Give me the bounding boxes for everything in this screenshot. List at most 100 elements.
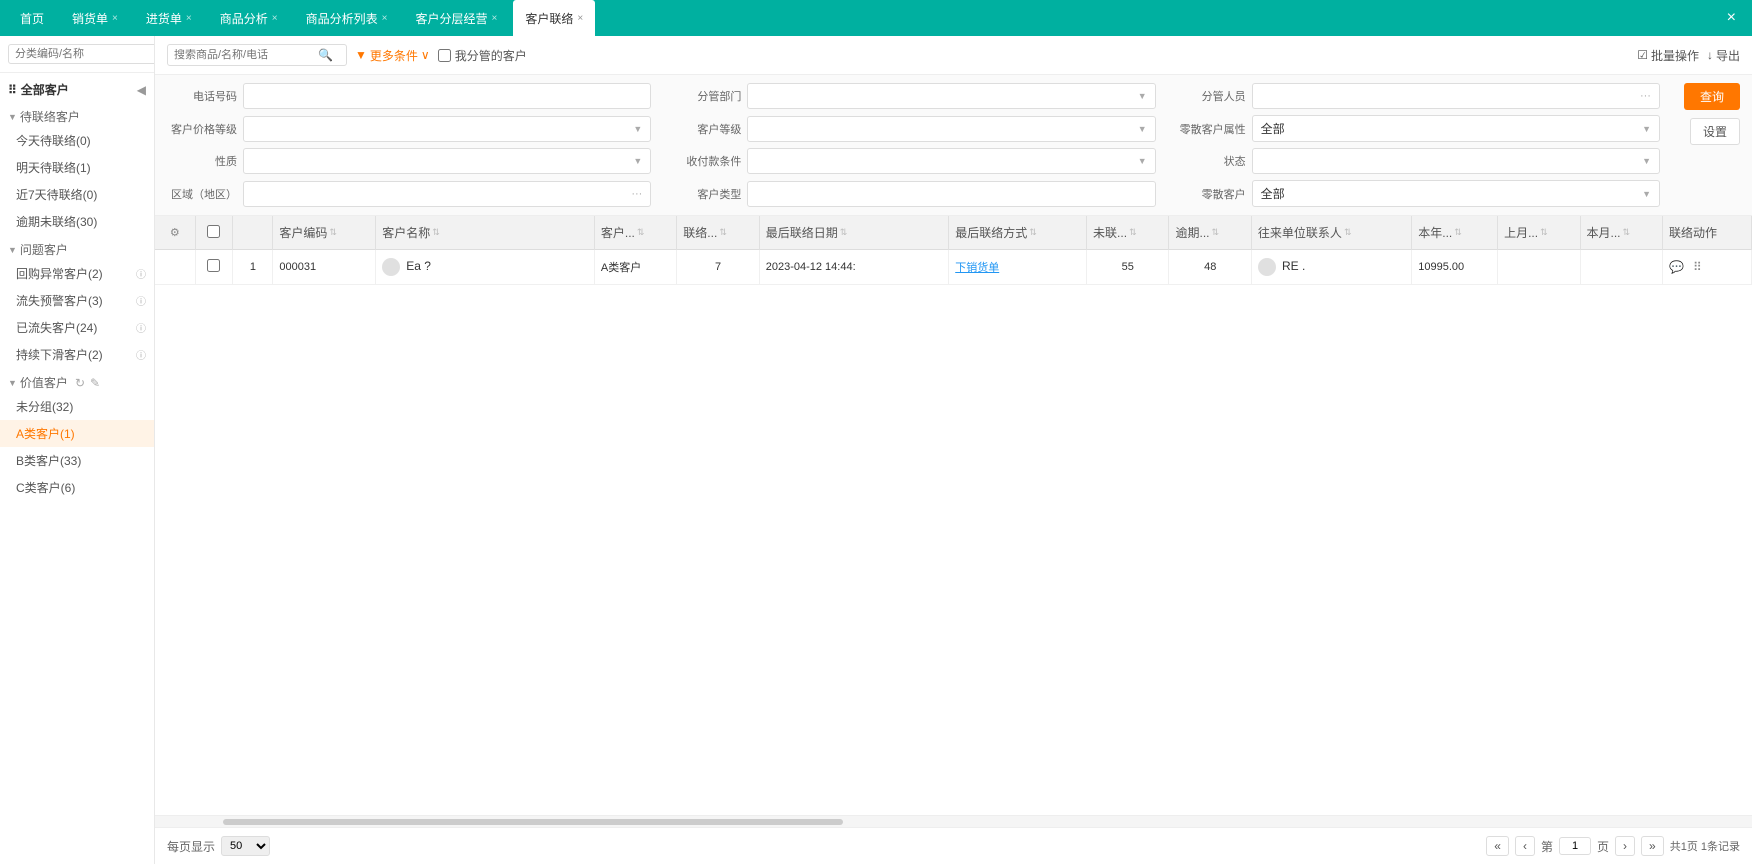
class-b-label: B类客户(33) [16, 452, 81, 469]
more-conditions-btn[interactable]: ▼ 更多条件 ∨ [355, 47, 430, 64]
sidebar-item-churn-warning[interactable]: 流失预警客户(3) ⓘ [0, 287, 154, 314]
batch-op-btn[interactable]: ☑ 批量操作 [1637, 47, 1699, 64]
customer-type-input[interactable] [747, 181, 1155, 207]
edit-icon[interactable]: ✎ [90, 376, 100, 390]
class-c-label: C类客户(6) [16, 479, 75, 496]
sidebar-item-repurchase-abnormal[interactable]: 回购异常客户(2) ⓘ [0, 260, 154, 287]
sidebar-item-tomorrow-contact[interactable]: 明天待联络(1) [0, 154, 154, 181]
refresh-icon[interactable]: ↻ [75, 376, 85, 390]
th-action[interactable]: 联络动作 [1662, 216, 1751, 250]
nav-purchase-label: 进货单 [146, 10, 182, 27]
sidebar-collapse-btn[interactable]: ◀ [137, 83, 146, 97]
sidebar-item-class-c[interactable]: C类客户(6) [0, 474, 154, 501]
setting-button[interactable]: 设置 [1690, 118, 1740, 145]
page-input[interactable] [1559, 837, 1591, 855]
payment-select[interactable]: ▼ [747, 148, 1155, 174]
customer-level-select[interactable]: ▼ [747, 116, 1155, 142]
section-problem-customer[interactable]: ▼ 问题客户 [0, 235, 154, 260]
nature-select[interactable]: ▼ [243, 148, 651, 174]
th-last-method[interactable]: 最后联络方式⇅ [949, 216, 1087, 250]
nav-product-analysis[interactable]: 商品分析 × [208, 0, 290, 36]
sort-overdue-icon: ⇅ [1212, 227, 1220, 238]
section-value-customer[interactable]: ▼ 价值客户 ↻ ✎ [0, 368, 154, 393]
filter-actions: ☑ 批量操作 ↓ 导出 [1637, 47, 1740, 64]
nav-home[interactable]: 首页 [8, 0, 56, 36]
th-contact[interactable]: 联络...⇅ [677, 216, 759, 250]
sidebar-item-class-b[interactable]: B类客户(33) [0, 447, 154, 474]
th-type[interactable]: 客户...⇅ [594, 216, 676, 250]
page-size-select[interactable]: 50 100 200 [221, 836, 270, 856]
nav-customer-tier[interactable]: 客户分层经营 × [403, 0, 509, 36]
nav-customer-contact-close[interactable]: × [577, 13, 583, 24]
search-box[interactable]: 🔍 [167, 44, 347, 66]
export-btn[interactable]: ↓ 导出 [1707, 47, 1740, 64]
sidebar-item-overdue-contact[interactable]: 逾期未联络(30) [0, 208, 154, 235]
query-button[interactable]: 查询 [1684, 83, 1740, 110]
th-this-year[interactable]: 本年...⇅ [1412, 216, 1498, 250]
nav-purchase-close[interactable]: × [186, 13, 192, 24]
search-icon[interactable]: 🔍 [318, 48, 333, 62]
my-customer-filter[interactable]: 我分管的客户 [438, 47, 527, 64]
nav-sales-order[interactable]: 销货单 × [60, 0, 130, 36]
action-more-icon[interactable]: ⠿ [1693, 260, 1702, 274]
row-no-contact: 55 [1087, 250, 1169, 285]
region-select[interactable]: ··· [243, 181, 651, 207]
sidebar-search-input[interactable] [8, 44, 155, 64]
close-all-tabs[interactable]: × [1719, 5, 1744, 31]
th-overdue[interactable]: 逾期...⇅ [1169, 216, 1251, 250]
th-this-month[interactable]: 本月...⇅ [1580, 216, 1662, 250]
my-customer-checkbox[interactable] [438, 49, 451, 62]
first-page-btn[interactable]: « [1486, 836, 1509, 856]
dept-select[interactable]: ▼ [747, 83, 1155, 109]
sidebar-item-churned[interactable]: 已流失客户(24) ⓘ [0, 314, 154, 341]
th-unit-contact[interactable]: 往来单位联系人⇅ [1251, 216, 1411, 250]
nav-product-list-close[interactable]: × [382, 13, 388, 24]
sidebar-item-today-contact[interactable]: 今天待联络(0) [0, 127, 154, 154]
nav-product-close[interactable]: × [272, 13, 278, 24]
row-name-avatar [382, 258, 400, 276]
sidebar-item-class-a[interactable]: A类客户(1) [0, 420, 154, 447]
prev-page-btn[interactable]: ‹ [1515, 836, 1535, 856]
row-name[interactable]: Ea ? [376, 250, 595, 285]
price-level-select[interactable]: ▼ [243, 116, 651, 142]
status-select[interactable]: ▼ [1252, 148, 1660, 174]
row-checkbox-cell[interactable] [195, 250, 233, 285]
sort-this-year-icon: ⇅ [1454, 227, 1462, 238]
pagination-controls: « ‹ 第 页 › » 共1页 1条记录 [1486, 836, 1740, 856]
th-last-date[interactable]: 最后联络日期⇅ [759, 216, 948, 250]
all-customers-label[interactable]: ⠿ 全部客户 [8, 81, 69, 98]
th-unit-contact-label: 往来单位联系人 [1258, 224, 1342, 241]
action-chat-icon[interactable]: 💬 [1669, 260, 1684, 274]
th-checkbox[interactable] [195, 216, 233, 250]
nav-customer-tier-close[interactable]: × [491, 13, 497, 24]
payment-label: 收付款条件 [671, 153, 741, 169]
th-no-contact[interactable]: 未联...⇅ [1087, 216, 1169, 250]
nav-purchase-order[interactable]: 进货单 × [134, 0, 204, 36]
row-checkbox[interactable] [207, 259, 220, 272]
next-page-btn[interactable]: › [1615, 836, 1635, 856]
section-pending-contact[interactable]: ▼ 待联络客户 [0, 102, 154, 127]
retail-attr-select[interactable]: 全部 ▼ [1252, 115, 1660, 142]
th-name[interactable]: 客户名称⇅ [376, 216, 595, 250]
select-all-checkbox[interactable] [207, 225, 220, 238]
retail-customer-select[interactable]: 全部 ▼ [1252, 180, 1660, 207]
customer-type-label: 客户类型 [671, 186, 741, 202]
search-input[interactable] [174, 49, 314, 61]
nav-sales-close[interactable]: × [112, 13, 118, 24]
nav-customer-contact[interactable]: 客户联络 × [513, 0, 595, 36]
manager-select[interactable]: ··· [1252, 83, 1660, 109]
th-code[interactable]: 客户编码⇅ [273, 216, 376, 250]
sort-this-month-icon: ⇅ [1623, 227, 1631, 238]
sidebar-item-declining[interactable]: 持续下滑客户(2) ⓘ [0, 341, 154, 368]
last-page-btn[interactable]: » [1641, 836, 1664, 856]
sidebar-item-ungrouped[interactable]: 未分组(32) [0, 393, 154, 420]
sidebar-item-7day-contact[interactable]: 近7天待联络(0) [0, 181, 154, 208]
nav-product-analysis-list[interactable]: 商品分析列表 × [294, 0, 400, 36]
h-scroll-bar[interactable] [155, 815, 1752, 827]
th-last-month[interactable]: 上月...⇅ [1498, 216, 1580, 250]
row-last-method[interactable]: 下销货单 [949, 250, 1087, 285]
h-scroll-thumb[interactable] [223, 819, 843, 825]
table-gear-btn[interactable]: ⚙ [155, 216, 195, 250]
phone-input[interactable] [243, 83, 651, 109]
section-pending-label: 待联络客户 [20, 108, 80, 125]
